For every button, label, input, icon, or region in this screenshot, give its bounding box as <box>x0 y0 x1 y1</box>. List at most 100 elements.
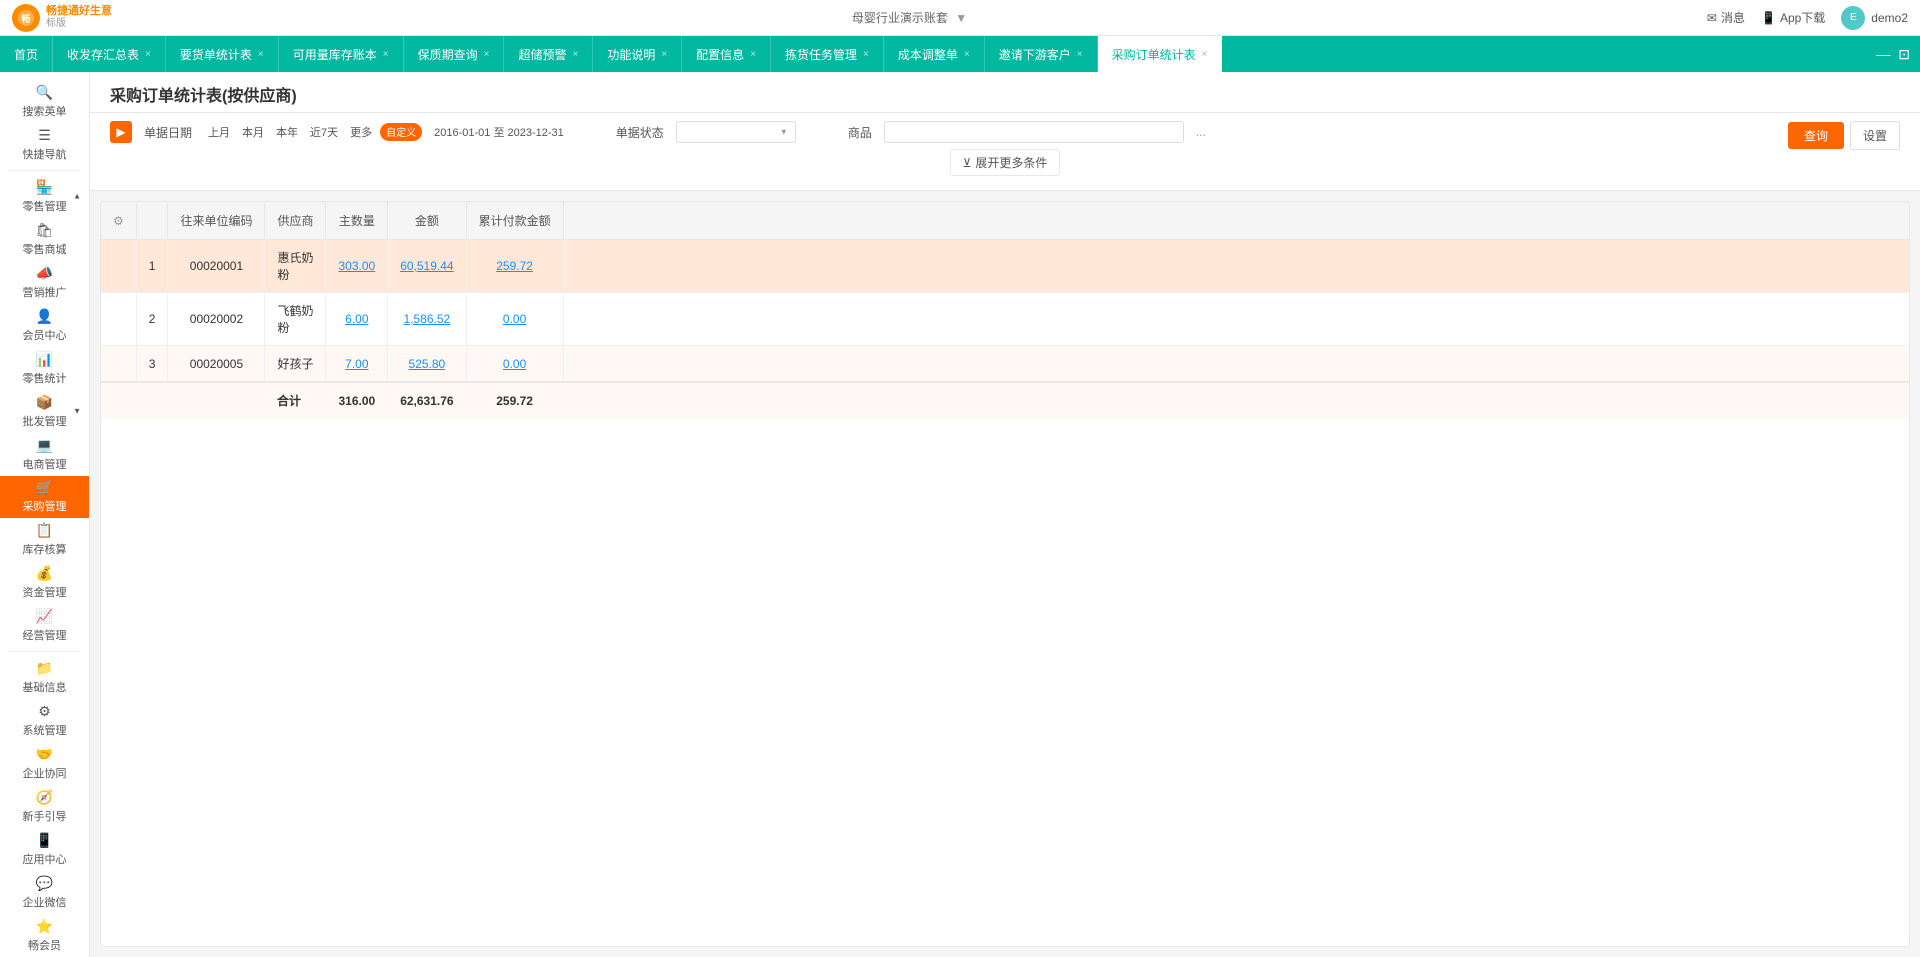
cell-qty-2[interactable]: 6.00 <box>326 293 388 346</box>
sidebar-item-wholesale[interactable]: 📦 批发管理 ▼ <box>0 390 89 433</box>
sidebar: 🔍 搜索英单 ☰ 快捷导航 🏪 零售管理 ▲ 🛍 零售商城 📣 营销推广 👤 会… <box>0 72 90 957</box>
logo-area: 畅 畅捷通好生意 标版 <box>12 4 112 32</box>
table-row[interactable]: 2 00020002 飞鹤奶粉 6.00 1,586.52 0.00 <box>101 293 1909 346</box>
th-supplier-code: 往来单位编码 <box>168 202 265 240</box>
sidebar-item-ecommerce[interactable]: 💻 电商管理 <box>0 433 89 476</box>
close-tab-pohuo[interactable]: × <box>863 49 869 60</box>
tab-keyong[interactable]: 可用量库存账本 × <box>279 36 404 72</box>
date-label: 单据日期 <box>144 124 192 141</box>
sidebar-item-inventory[interactable]: 📋 库存核算 <box>0 518 89 561</box>
cell-paid-2[interactable]: 0.00 <box>466 293 563 346</box>
cell-code-2: 00020002 <box>168 293 265 346</box>
footer-quantity: 316.00 <box>326 382 388 418</box>
tab-baozhiqi[interactable]: 保质期查询 × <box>404 36 505 72</box>
cell-check-3[interactable] <box>101 346 136 383</box>
cell-code-3: 00020005 <box>168 346 265 383</box>
cell-amt-2[interactable]: 1,586.52 <box>388 293 466 346</box>
tab-caigou[interactable]: 采购订单统计表 × <box>1098 36 1223 72</box>
th-quantity: 主数量 <box>326 202 388 240</box>
shortcut-last7days[interactable]: 近7天 <box>306 123 342 141</box>
tab-pohuo[interactable]: 拣货任务管理 × <box>771 36 884 72</box>
footer-check <box>101 382 136 418</box>
expand-more-button[interactable]: ⊻ 展开更多条件 <box>950 149 1061 176</box>
workspace-dropdown[interactable]: ▼ <box>955 11 967 25</box>
close-tab-yaoqing[interactable]: × <box>1077 49 1083 60</box>
maximize-btn[interactable]: ⊡ <box>1898 46 1910 63</box>
tab-peizhi[interactable]: 配置信息 × <box>682 36 771 72</box>
sidebar-item-finance[interactable]: 💰 资金管理 <box>0 561 89 604</box>
goods-input[interactable] <box>884 121 1184 143</box>
th-settings[interactable]: ⚙ <box>101 202 136 240</box>
nav-tabs: 首页 收发存汇总表 × 要货单统计表 × 可用量库存账本 × 保质期查询 × 超… <box>0 36 1920 72</box>
tab-chengben[interactable]: 成本调整单 × <box>884 36 985 72</box>
top-bar-right: ✉ 消息 📱 App下载 E demo2 <box>1707 6 1908 30</box>
status-select[interactable] <box>676 121 796 143</box>
sidebar-item-retailmall[interactable]: 🛍 零售商城 <box>0 218 89 261</box>
tab-home[interactable]: 首页 <box>0 36 53 72</box>
guide-icon: 🧭 <box>36 789 53 806</box>
app-download-btn[interactable]: 📱 App下载 <box>1761 9 1825 26</box>
shortcut-this-month[interactable]: 本月 <box>238 123 268 141</box>
tab-shoufake[interactable]: 收发存汇总表 × <box>53 36 166 72</box>
close-tab-caigou[interactable]: × <box>1202 49 1208 60</box>
footer-name: 合计 <box>265 382 326 418</box>
column-settings-icon[interactable]: ⚙ <box>113 214 124 228</box>
sidebar-item-apps[interactable]: 📱 应用中心 <box>0 828 89 871</box>
close-tab-shoufake[interactable]: × <box>145 49 151 60</box>
cell-paid-3[interactable]: 0.00 <box>466 346 563 383</box>
tab-chaochuyujing[interactable]: 超储预警 × <box>504 36 593 72</box>
filter-actions: 查询 设置 <box>1788 121 1900 150</box>
sidebar-item-basic[interactable]: 📁 基础信息 <box>0 656 89 699</box>
cell-check-1[interactable] <box>101 240 136 293</box>
sidebar-item-guide[interactable]: 🧭 新手引导 <box>0 785 89 828</box>
close-tab-gongneng[interactable]: × <box>661 49 667 60</box>
close-tab-chaochuyujing[interactable]: × <box>572 49 578 60</box>
query-button[interactable]: 查询 <box>1788 122 1844 149</box>
close-tab-keyong[interactable]: × <box>383 49 389 60</box>
cell-qty-1[interactable]: 303.00 <box>326 240 388 293</box>
cell-amt-1[interactable]: 60,519.44 <box>388 240 466 293</box>
user-area[interactable]: E demo2 <box>1841 6 1908 30</box>
close-tab-yaohuo[interactable]: × <box>258 49 264 60</box>
minimize-btn[interactable]: — <box>1876 46 1890 62</box>
cell-qty-3[interactable]: 7.00 <box>326 346 388 383</box>
shortcut-more[interactable]: 更多 <box>346 123 376 141</box>
table-row[interactable]: 3 00020005 好孩子 7.00 525.80 0.00 <box>101 346 1909 383</box>
filter-settings-button[interactable]: 设置 <box>1850 121 1900 150</box>
sidebar-item-quicknav[interactable]: ☰ 快捷导航 <box>0 123 89 166</box>
sidebar-item-operations[interactable]: 📈 经营管理 <box>0 604 89 647</box>
message-btn[interactable]: ✉ 消息 <box>1707 9 1745 26</box>
status-select-wrapper <box>676 121 796 143</box>
tab-yaohuo[interactable]: 要货单统计表 × <box>166 36 279 72</box>
filter-toggle-btn[interactable]: ▶ <box>110 121 132 143</box>
expand-more-row: ⊻ 展开更多条件 <box>110 143 1900 182</box>
close-tab-baozhiqi[interactable]: × <box>484 49 490 60</box>
cell-amt-3[interactable]: 525.80 <box>388 346 466 383</box>
sidebar-item-search[interactable]: 🔍 搜索英单 <box>0 80 89 123</box>
sidebar-item-wechat[interactable]: 💬 企业微信 <box>0 871 89 914</box>
app-icon: 📱 <box>1761 11 1776 25</box>
date-range-display: 2016-01-01 至 2023-12-31 <box>434 124 564 140</box>
close-tab-peizhi[interactable]: × <box>750 49 756 60</box>
tab-gongneng[interactable]: 功能说明 × <box>593 36 682 72</box>
apps-icon: 📱 <box>36 832 53 849</box>
sidebar-item-membership[interactable]: ⭐ 畅会员 <box>0 914 89 957</box>
tab-yaoqing[interactable]: 邀请下游客户 × <box>985 36 1098 72</box>
sidebar-item-retailstat[interactable]: 📊 零售统计 <box>0 347 89 390</box>
sidebar-item-marketing[interactable]: 📣 营销推广 <box>0 261 89 304</box>
sidebar-item-enterprise[interactable]: 🤝 企业协同 <box>0 742 89 785</box>
operations-icon: 📈 <box>36 608 53 625</box>
sidebar-item-member[interactable]: 👤 会员中心 <box>0 304 89 347</box>
shortcut-this-year[interactable]: 本年 <box>272 123 302 141</box>
cell-check-2[interactable] <box>101 293 136 346</box>
main-layout: 🔍 搜索英单 ☰ 快捷导航 🏪 零售管理 ▲ 🛍 零售商城 📣 营销推广 👤 会… <box>0 72 1920 957</box>
table-row[interactable]: 1 00020001 惠氏奶粉 303.00 60,519.44 259.72 <box>101 240 1909 293</box>
close-tab-chengben[interactable]: × <box>964 49 970 60</box>
more-filters-dots[interactable]: ... <box>1196 125 1206 139</box>
th-paid-amount: 累计付款金额 <box>466 202 563 240</box>
sidebar-item-purchase[interactable]: 🛒 采购管理 <box>0 476 89 519</box>
shortcut-last-month[interactable]: 上月 <box>204 123 234 141</box>
sidebar-item-retail[interactable]: 🏪 零售管理 ▲ <box>0 175 89 218</box>
sidebar-item-system[interactable]: ⚙ 系统管理 <box>0 699 89 742</box>
cell-paid-1[interactable]: 259.72 <box>466 240 563 293</box>
